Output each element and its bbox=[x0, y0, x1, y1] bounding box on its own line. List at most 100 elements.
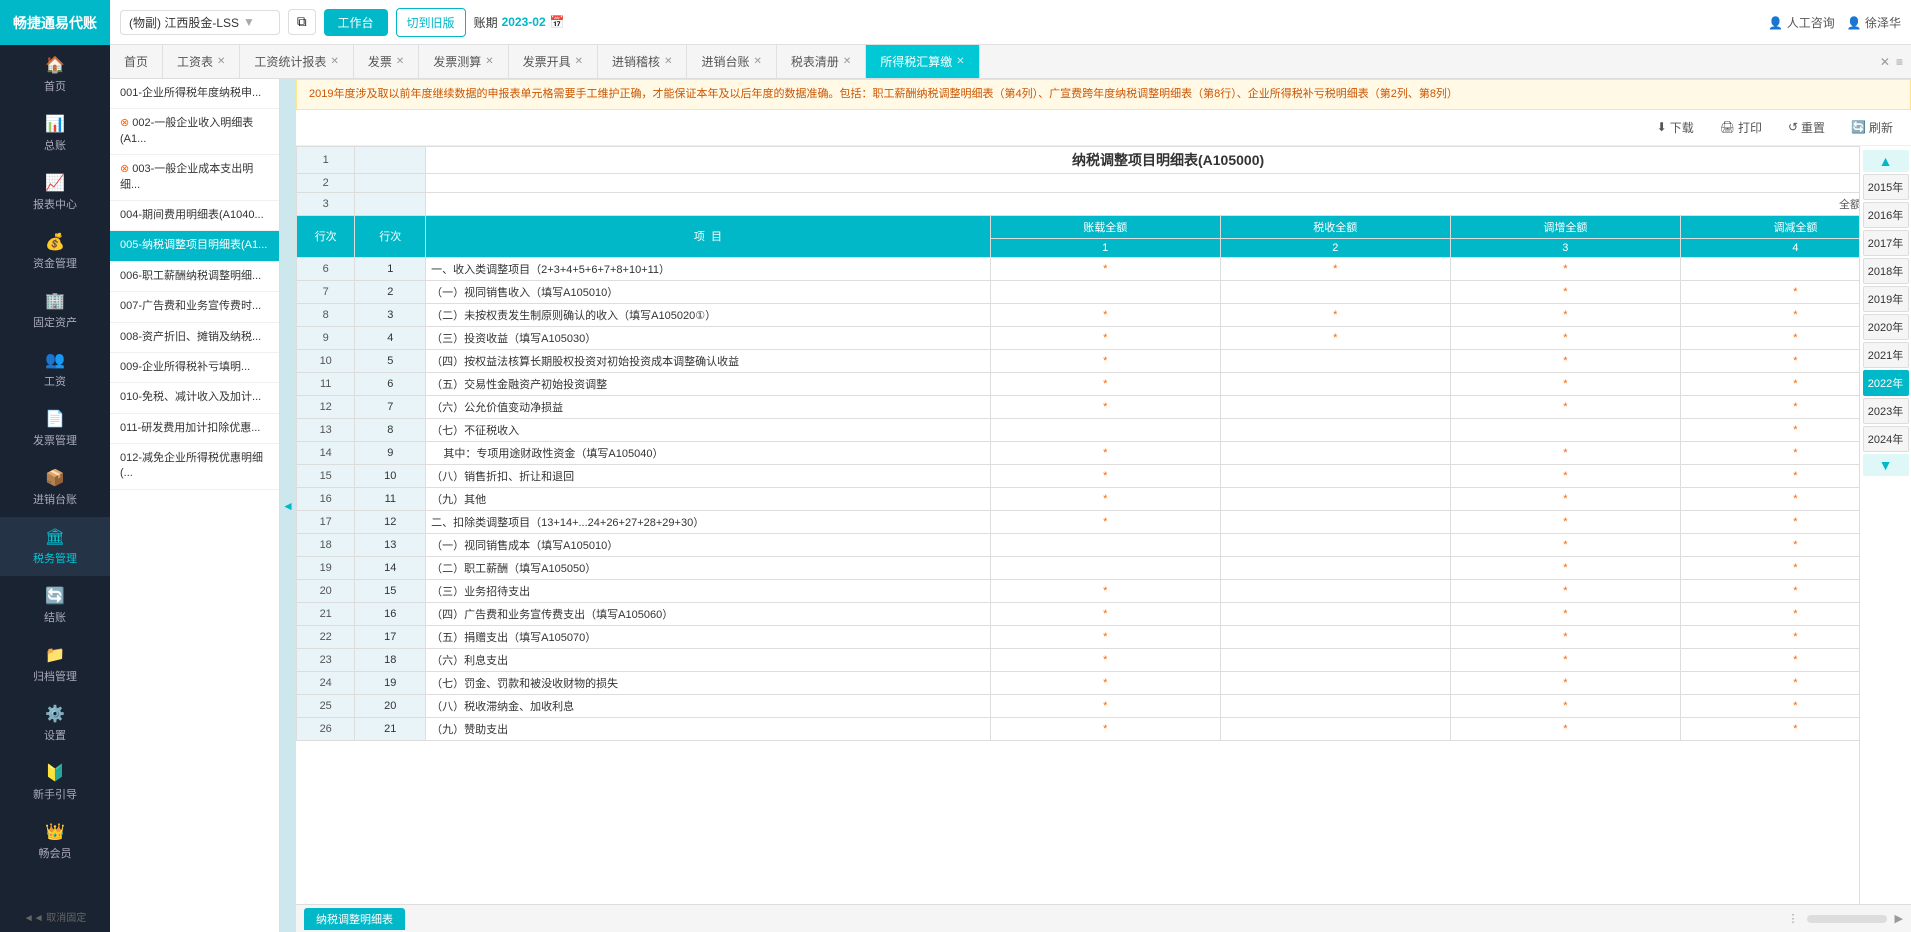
company-selector[interactable]: (物副) 江西股金-LSS ▼ bbox=[120, 10, 280, 35]
sidebar-item-label: 归档管理 bbox=[33, 668, 77, 684]
account-period: 账期 2023-02 📅 bbox=[474, 14, 565, 31]
year-2023[interactable]: 2023年 bbox=[1863, 398, 1909, 424]
sidebar-item-settings[interactable]: ⚙️ 设置 bbox=[0, 694, 110, 753]
tab-actions: ✕ ≡ bbox=[1872, 55, 1911, 69]
left-panel-item-008[interactable]: 008-资产折旧、摊销及纳税... bbox=[110, 323, 279, 353]
sidebar-item-assets[interactable]: 🏢 固定资产 bbox=[0, 281, 110, 340]
close-period-icon: 🔄 bbox=[45, 586, 65, 606]
scroll-right[interactable]: ▶ bbox=[1895, 912, 1903, 925]
tab-home[interactable]: 首页 bbox=[110, 45, 163, 78]
sidebar-item-home[interactable]: 🏠 首页 bbox=[0, 45, 110, 104]
sidebar-item-guide[interactable]: 🔰 新手引导 bbox=[0, 753, 110, 812]
left-panel-item-010[interactable]: 010-免税、减计收入及加计... bbox=[110, 383, 279, 413]
left-panel-item-009[interactable]: 009-企业所得税补亏填明... bbox=[110, 353, 279, 383]
year-2015[interactable]: 2015年 bbox=[1863, 174, 1909, 200]
support-link[interactable]: 👤 人工咨询 bbox=[1768, 14, 1834, 31]
refresh-button[interactable]: 🔄 刷新 bbox=[1843, 116, 1901, 139]
reset-button[interactable]: ↺ 重置 bbox=[1780, 116, 1833, 139]
year-2022[interactable]: 2022年 bbox=[1863, 370, 1909, 396]
settings-icon: ⚙️ bbox=[45, 704, 65, 724]
sidebar-item-label: 发票管理 bbox=[33, 432, 77, 448]
sidebar-item-member[interactable]: 👑 畅会员 bbox=[0, 812, 110, 871]
tab-inventory-ledger[interactable]: 进销台账 ✕ bbox=[687, 45, 776, 78]
tab-invoice-issue[interactable]: 发票开具 ✕ bbox=[509, 45, 598, 78]
finance-icon: 💰 bbox=[45, 232, 65, 252]
copy-button[interactable]: ⧉ bbox=[288, 9, 316, 35]
tab-invoice-calc[interactable]: 发票测算 ✕ bbox=[419, 45, 508, 78]
tab-income-tax[interactable]: 所得税汇算缴 ✕ bbox=[866, 45, 979, 78]
bottom-tab-tax-adjust[interactable]: 纳税调整明细表 bbox=[304, 908, 405, 930]
warning-bar: 2019年度涉及取以前年度继续数据的申报表单元格需要手工维护正确，才能保证本年及… bbox=[296, 79, 1911, 110]
company-dropdown-icon: ▼ bbox=[243, 15, 255, 29]
year-2021[interactable]: 2021年 bbox=[1863, 342, 1909, 368]
year-2018[interactable]: 2018年 bbox=[1863, 258, 1909, 284]
left-panel-item-012[interactable]: 012-减免企业所得税优惠明细(... bbox=[110, 444, 279, 490]
bottom-strip: 纳税调整明细表 ⋮ ▶ bbox=[296, 904, 1911, 932]
left-panel-item-003[interactable]: ⊗003-一般企业成本支出明细... bbox=[110, 155, 279, 201]
sidebar-item-inventory[interactable]: 📦 进销台账 bbox=[0, 458, 110, 517]
download-button[interactable]: ⬇ 下载 bbox=[1649, 116, 1702, 139]
tab-payroll-stats[interactable]: 工资统计报表 ✕ bbox=[240, 45, 353, 78]
year-2020[interactable]: 2020年 bbox=[1863, 314, 1909, 340]
year-2024[interactable]: 2024年 bbox=[1863, 426, 1909, 452]
tab-inventory-audit[interactable]: 进销稽核 ✕ bbox=[598, 45, 687, 78]
year-2017[interactable]: 2017年 bbox=[1863, 230, 1909, 256]
year-2016[interactable]: 2016年 bbox=[1863, 202, 1909, 228]
tab-close[interactable]: ✕ bbox=[217, 56, 225, 67]
tab-close[interactable]: ✕ bbox=[753, 56, 761, 67]
year-2019[interactable]: 2019年 bbox=[1863, 286, 1909, 312]
left-panel-item-007[interactable]: 007-广告费和业务宣传费时... bbox=[110, 292, 279, 322]
table-row: 2116 （四）广告费和业务宣传费支出（填写A105060） * * * bbox=[297, 602, 1911, 625]
sidebar-item-tax[interactable]: 🏛 税务管理 bbox=[0, 517, 110, 576]
tab-payroll[interactable]: 工资表 ✕ bbox=[163, 45, 240, 78]
print-button[interactable]: 🖨 打印 bbox=[1712, 116, 1770, 139]
left-panel-item-001[interactable]: 001-企业所得税年度纳税申... bbox=[110, 79, 279, 109]
collapse-panel-button[interactable]: ◄ bbox=[280, 79, 296, 932]
scroll-bar-area[interactable] bbox=[1807, 915, 1887, 923]
tab-close[interactable]: ✕ bbox=[485, 56, 493, 67]
sidebar-item-payroll[interactable]: 👥 工资 bbox=[0, 340, 110, 399]
spreadsheet-wrapper[interactable]: 1 纳税调整项目明细表(A105000) 2 bbox=[296, 146, 1911, 905]
left-panel-item-002[interactable]: ⊗002-一般企业收入明细表(A1... bbox=[110, 109, 279, 155]
left-panel-item-011[interactable]: 011-研发费用加计扣除优惠... bbox=[110, 414, 279, 444]
scroll-left[interactable]: ⋮ bbox=[1788, 912, 1799, 925]
left-panel-item-004[interactable]: 004-期间费用明细表(A1040... bbox=[110, 201, 279, 231]
tab-tax-clearance[interactable]: 税表清册 ✕ bbox=[777, 45, 866, 78]
left-panel-item-006[interactable]: 006-职工薪酬纳税调整明细... bbox=[110, 262, 279, 292]
table-row: 1813 （一）视同销售成本（填写A105010） * * bbox=[297, 533, 1911, 556]
sidebar-item-archive[interactable]: 📁 归档管理 bbox=[0, 635, 110, 694]
tab-more[interactable]: ≡ bbox=[1896, 55, 1903, 69]
assets-icon: 🏢 bbox=[45, 291, 65, 311]
left-panel-item-005[interactable]: 005-纳税调整项目明细表(A1... bbox=[110, 231, 279, 261]
sidebar-item-close[interactable]: 🔄 结账 bbox=[0, 576, 110, 635]
tab-close[interactable]: ✕ bbox=[330, 56, 338, 67]
tab-close-all[interactable]: ✕ bbox=[1880, 55, 1890, 69]
table-row: 2318 （六）利息支出 * * * bbox=[297, 648, 1911, 671]
sidebar-item-reports[interactable]: 📈 报表中心 bbox=[0, 163, 110, 222]
tab-invoice[interactable]: 发票 ✕ bbox=[354, 45, 419, 78]
table-row: 2015 （三）业务招待支出 * * * bbox=[297, 579, 1911, 602]
col-num-2: 2 bbox=[1220, 238, 1450, 257]
year-nav-up[interactable]: ▲ bbox=[1863, 150, 1909, 172]
unpin-button[interactable]: ◄◄ 取消固定 bbox=[0, 901, 110, 932]
sidebar-item-invoice[interactable]: 📄 发票管理 bbox=[0, 399, 110, 458]
tab-close[interactable]: ✕ bbox=[575, 56, 583, 67]
guide-icon: 🔰 bbox=[45, 763, 65, 783]
tab-active-close[interactable]: ✕ bbox=[956, 56, 964, 67]
error-dot: ⊗ bbox=[120, 163, 129, 175]
tab-close[interactable]: ✕ bbox=[396, 56, 404, 67]
calendar-icon[interactable]: 📅 bbox=[550, 15, 565, 29]
table-row: 3 全额单位：元 bbox=[297, 192, 1911, 215]
sidebar-item-ledger[interactable]: 📊 总账 bbox=[0, 104, 110, 163]
sidebar-item-finance[interactable]: 💰 资金管理 bbox=[0, 222, 110, 281]
row-num: 3 bbox=[297, 192, 355, 215]
year-nav-down[interactable]: ▼ bbox=[1863, 454, 1909, 476]
workbench-button[interactable]: 工作台 bbox=[324, 9, 388, 36]
col-header-line: 行次 bbox=[355, 215, 426, 257]
switch-old-button[interactable]: 切到旧版 bbox=[396, 8, 466, 37]
sheet-title: 纳税调整项目明细表(A105000) bbox=[1072, 152, 1264, 168]
year-navigator: ▲ 2015年 2016年 2017年 2018年 2019年 2020年 20… bbox=[1859, 146, 1911, 905]
tab-close[interactable]: ✕ bbox=[843, 56, 851, 67]
tab-close[interactable]: ✕ bbox=[664, 56, 672, 67]
user-info[interactable]: 👤 徐泽华 bbox=[1847, 14, 1901, 31]
